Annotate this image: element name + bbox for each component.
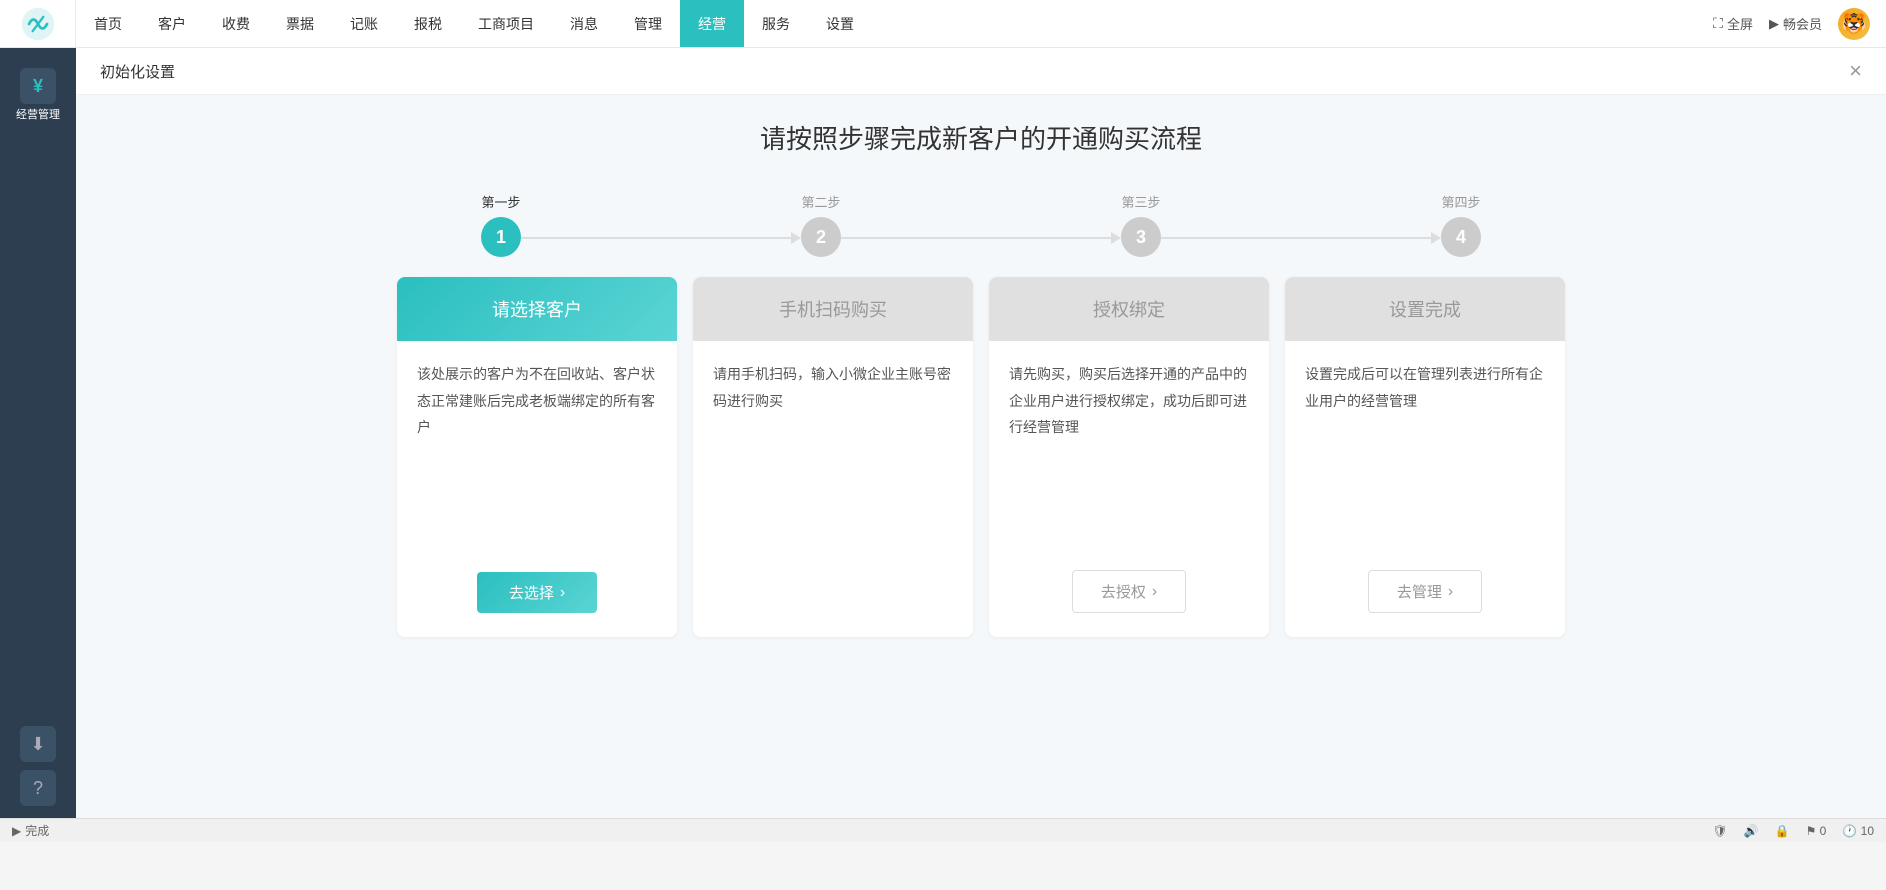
nav-item-customers[interactable]: 客户 [140,0,204,47]
step-4-circle: 4 [1441,217,1481,257]
sidebar-bottom: ⬇ ? [20,726,56,818]
speaker-icon-status: 🔊 [1744,824,1759,838]
shield-icon-status: 🛡 [1712,824,1727,838]
lock-icon-status: 🔒 [1775,824,1790,838]
sidebar-download-button[interactable]: ⬇ [20,726,56,762]
card-4-footer: 去管理 › [1285,554,1565,637]
play-icon: ▶ [1769,16,1779,32]
card-3-footer: 去授权 › [989,554,1269,637]
status-label: 完成 [25,822,49,839]
card-1: 请选择客户 该处展示的客户为不在回收站、客户状态正常建账后完成老板端绑定的所有客… [397,277,677,637]
cards-row: 请选择客户 该处展示的客户为不在回收站、客户状态正常建账后完成老板端绑定的所有客… [136,277,1826,637]
step-2: 第二步 2 [801,192,841,257]
nav-item-tax[interactable]: 报税 [396,0,460,47]
card-3: 授权绑定 请先购买，购买后选择开通的产品中的企业用户进行授权绑定，成功后即可进行… [989,277,1269,637]
step-2-circle: 2 [801,217,841,257]
card-2-header: 手机扫码购买 [693,277,973,341]
yuan-icon: ¥ [20,68,56,104]
statusbar-right: 🛡 🔊 🔒 ⚑ 0 🕐 10 [1712,824,1874,838]
nav-item-business[interactable]: 工商项目 [460,0,552,47]
status-num1: ⚑ 0 [1806,824,1827,838]
step-4: 第四步 4 [1441,192,1481,257]
arrow-icon-1: › [560,584,565,602]
connector-2 [841,232,1121,244]
logo [0,0,76,47]
page-header: 初始化设置 × [76,48,1886,95]
nav-item-operations[interactable]: 经营 [680,0,744,47]
card-4-header: 设置完成 [1285,277,1565,341]
main-title: 请按照步骤完成新客户的开通购买流程 [136,119,1826,156]
step-1-label: 第一步 [481,192,520,211]
nav-item-home[interactable]: 首页 [76,0,140,47]
fullscreen-icon: ⛶ [1713,15,1723,32]
sidebar: ¥ 经营管理 ⬇ ? [0,48,76,818]
nav-item-management[interactable]: 管理 [616,0,680,47]
statusbar: ▶ 完成 🛡 🔊 🔒 ⚑ 0 🕐 10 [0,818,1886,842]
nav-item-settings[interactable]: 设置 [808,0,872,47]
arrow-icon-3: › [1152,583,1157,601]
card-2-body: 请用手机扫码，输入小微企业主账号密码进行购买 [693,341,973,597]
logo-icon [20,6,56,42]
nav-item-fees[interactable]: 收费 [204,0,268,47]
card-2: 手机扫码购买 请用手机扫码，输入小微企业主账号密码进行购买 [693,277,973,637]
nav-bar: 首页 客户 收费 票据 记账 报税 工商项目 消息 管理 经营 服务 设置 [76,0,872,47]
fullscreen-button[interactable]: ⛶ 全屏 [1713,14,1753,33]
content-area: 请按照步骤完成新客户的开通购买流程 第一步 1 第二步 2 [76,95,1886,818]
play-icon-status: ▶ [12,824,21,838]
steps-indicator: 第一步 1 第二步 2 第三步 3 [136,192,1826,257]
step-3: 第三步 3 [1121,192,1161,257]
card-1-body: 该处展示的客户为不在回收站、客户状态正常建账后完成老板端绑定的所有客户 [397,341,677,556]
close-button[interactable]: × [1849,60,1862,82]
card-1-header: 请选择客户 [397,277,677,341]
avatar-icon: 🐯 [1842,11,1867,36]
status-num2: 🕐 10 [1842,824,1874,838]
card-2-footer [693,597,973,637]
avatar[interactable]: 🐯 [1838,8,1870,40]
nav-item-service[interactable]: 服务 [744,0,808,47]
card-4: 设置完成 设置完成后可以在管理列表进行所有企业用户的经营管理 去管理 › [1285,277,1565,637]
step-1-circle: 1 [481,217,521,257]
step-4-label: 第四步 [1441,192,1480,211]
page-title: 初始化设置 [100,61,175,82]
nav-item-accounting[interactable]: 记账 [332,0,396,47]
arrow-icon-4: › [1448,583,1453,601]
step-3-label: 第三步 [1121,192,1160,211]
nav-item-messages[interactable]: 消息 [552,0,616,47]
card-4-body: 设置完成后可以在管理列表进行所有企业用户的经营管理 [1285,341,1565,554]
card-3-body: 请先购买，购买后选择开通的产品中的企业用户进行授权绑定，成功后即可进行经营管理 [989,341,1269,554]
card-1-footer: 去选择 › [397,556,677,637]
sidebar-item-operations[interactable]: ¥ 经营管理 [0,56,76,134]
help-icon: ? [33,778,43,799]
sidebar-help-button[interactable]: ? [20,770,56,806]
step-2-label: 第二步 [801,192,840,211]
card-3-header: 授权绑定 [989,277,1269,341]
step-3-circle: 3 [1121,217,1161,257]
step-1: 第一步 1 [481,192,521,257]
main-content: 初始化设置 × 请按照步骤完成新客户的开通购买流程 第一步 1 第二步 2 [76,48,1886,818]
member-button[interactable]: ▶ 畅会员 [1769,14,1822,33]
connector-1 [521,232,801,244]
go-authorize-button[interactable]: 去授权 › [1072,570,1186,613]
connector-3 [1161,232,1441,244]
download-icon: ⬇ [30,734,45,755]
go-select-button[interactable]: 去选择 › [477,572,597,613]
nav-item-invoices[interactable]: 票据 [268,0,332,47]
go-manage-button[interactable]: 去管理 › [1368,570,1482,613]
